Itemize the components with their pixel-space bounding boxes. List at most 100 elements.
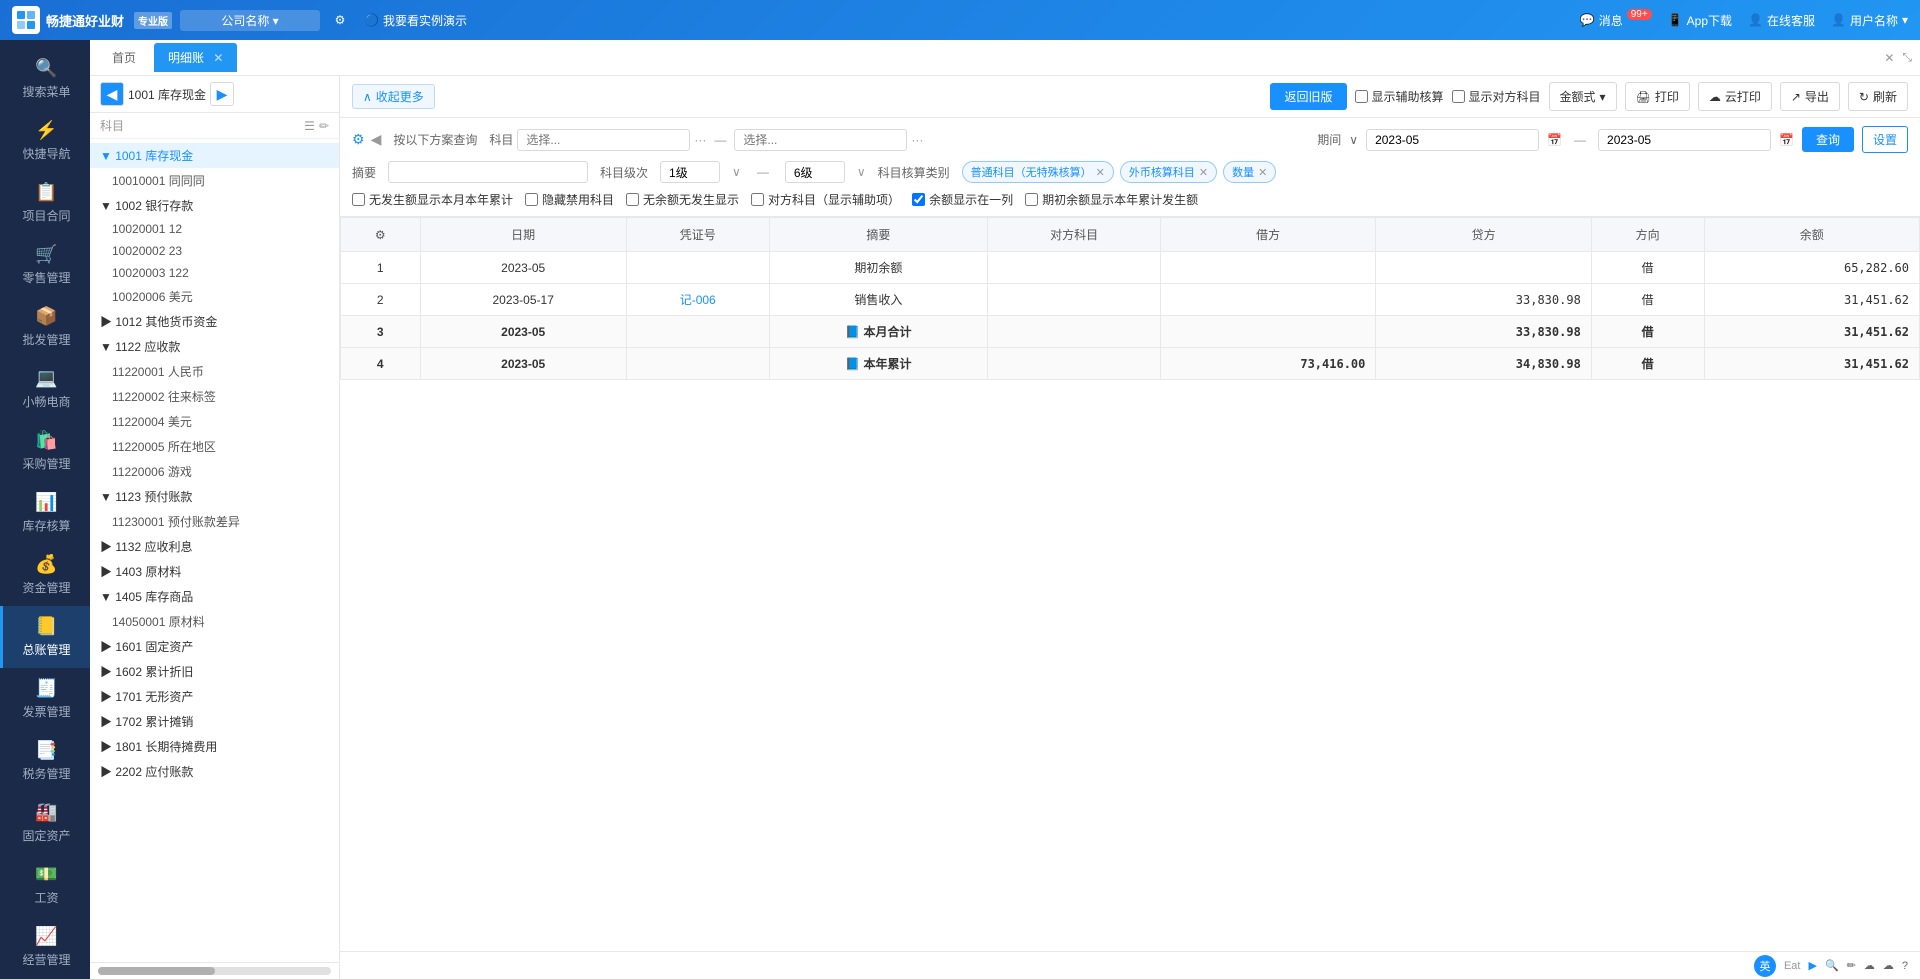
cloud-icon[interactable]: ☁ (1864, 959, 1875, 972)
tree-item-1601[interactable]: ▶ 1601 固定资产 (90, 634, 339, 659)
sidebar-item-wholesale[interactable]: 📦批发管理 (0, 296, 90, 358)
help-icon[interactable]: ? (1902, 960, 1908, 972)
export-btn[interactable]: ↗ 导出 (1780, 82, 1840, 111)
tree-item-11220005[interactable]: 11220005 所在地区 (90, 434, 339, 459)
sidebar-item-tax[interactable]: 📑税务管理 (0, 730, 90, 792)
tree-item-1123[interactable]: ▼ 1123 预付账款 (90, 484, 339, 509)
tree-item-1002[interactable]: ▼ 1002 银行存款 (90, 193, 339, 218)
tree-item-11220006[interactable]: 11220006 游戏 (90, 459, 339, 484)
tree-menu-icon[interactable]: ☰ (304, 119, 315, 133)
col-voucher: 凭证号 (626, 218, 769, 252)
sidebar-icon-capital: 💰 (35, 554, 57, 575)
sidebar-item-ecommerce[interactable]: 💻小畅电商 (0, 358, 90, 420)
tab-close-icon[interactable]: ✕ (213, 51, 223, 65)
tree-item-11230001[interactable]: 11230001 预付账款差异 (90, 509, 339, 534)
app-download-btn[interactable]: 📱 App下载 (1668, 12, 1732, 29)
tree-item-1132[interactable]: ▶ 1132 应收利息 (90, 534, 339, 559)
online-service-btn[interactable]: 👤 在线客服 (1748, 12, 1815, 29)
tree-item-1405[interactable]: ▼ 1405 库存商品 (90, 584, 339, 609)
collapse-btn[interactable]: ∧ 收起更多 (352, 84, 435, 109)
tree-item-10020002[interactable]: 10020002 23 (90, 240, 339, 262)
tree-item-1001[interactable]: ▼ 1001 库存现金 (90, 143, 339, 168)
hide-disabled-checkbox[interactable]: 隐藏禁用科目 (525, 191, 614, 208)
user-menu[interactable]: 👤 用户名称 ▾ (1831, 12, 1908, 29)
sidebar-item-invoice[interactable]: 🧾发票管理 (0, 668, 90, 730)
period-start-input[interactable] (1366, 129, 1539, 151)
sidebar-item-salary[interactable]: 💵工资 (0, 854, 90, 916)
sidebar-item-search[interactable]: 🔍搜索菜单 (0, 48, 90, 110)
amount-style-btn[interactable]: 金额式 ▾ (1549, 82, 1617, 111)
account-end-input[interactable] (734, 129, 907, 151)
tree-item-1012[interactable]: ▶ 1012 其他货币资金 (90, 309, 339, 334)
sidebar-item-retail[interactable]: 🛒零售管理 (0, 234, 90, 296)
tree-item-1801[interactable]: ▶ 1801 长期待摊费用 (90, 734, 339, 759)
show-aux-checkbox[interactable]: 显示辅助核算 (1355, 88, 1444, 105)
company-selector[interactable]: 公司名称 ▾ (180, 10, 320, 31)
left-panel-header: ◀ 1001 库存现金 ▶ (90, 76, 339, 113)
sidebar-item-management[interactable]: 📈经营管理 (0, 916, 90, 978)
tree-item-11220001[interactable]: 11220001 人民币 (90, 359, 339, 384)
tree-item-1403[interactable]: ▶ 1403 原材料 (90, 559, 339, 584)
cloud2-icon[interactable]: ☁ (1883, 959, 1894, 972)
account-start-input[interactable] (517, 129, 690, 151)
sidebar-item-project[interactable]: 📋项目合同 (0, 172, 90, 234)
sidebar-item-assets[interactable]: 🏭固定资产 (0, 792, 90, 854)
print-btn[interactable]: 🖨 打印 (1625, 82, 1690, 111)
tree-item-1122[interactable]: ▼ 1122 应收款 (90, 334, 339, 359)
table-settings-icon[interactable]: ⚙ (375, 228, 386, 242)
period-end-input[interactable] (1598, 129, 1771, 151)
tree-item-11220004[interactable]: 11220004 美元 (90, 409, 339, 434)
tab-home[interactable]: 首页 (98, 43, 150, 72)
tree-item-1702[interactable]: ▶ 1702 累计摊销 (90, 709, 339, 734)
tag-foreign-close[interactable]: ✕ (1199, 166, 1208, 179)
sidebar-item-accounting[interactable]: 📒总账管理 (0, 606, 90, 668)
summary-input[interactable] (388, 161, 588, 183)
sidebar-item-inventory[interactable]: 📊库存核算 (0, 482, 90, 544)
voucher-link[interactable]: 记-006 (680, 293, 716, 307)
tree-edit-icon[interactable]: ✏ (319, 119, 329, 133)
settings-icon[interactable]: ⚙ (328, 8, 352, 32)
window-close-btn[interactable]: ✕ (1884, 51, 1894, 65)
window-expand-btn[interactable]: ⤡ (1902, 50, 1912, 65)
zoom-icon[interactable]: 🔍 (1825, 959, 1839, 972)
no-occurrence-checkbox[interactable]: 无发生额显示本月本年累计 (352, 191, 513, 208)
pen-icon[interactable]: ✏ (1847, 959, 1856, 972)
no-balance-checkbox[interactable]: 无余额无发生显示 (626, 191, 739, 208)
level-from-input[interactable] (660, 161, 720, 183)
balance-one-row-checkbox[interactable]: 余额显示在一列 (912, 191, 1013, 208)
tree-item-10020001[interactable]: 10020001 12 (90, 218, 339, 240)
tree-item-14050001[interactable]: 14050001 原材料 (90, 609, 339, 634)
sidebar-item-shortcuts[interactable]: ⚡快捷导航 (0, 110, 90, 172)
query-btn[interactable]: 查询 (1802, 127, 1854, 152)
sidebar-item-purchase[interactable]: 🛍️采购管理 (0, 420, 90, 482)
scheme-config-icon[interactable]: ⚙ (352, 131, 365, 148)
period-balance-checkbox[interactable]: 期初余额显示本年累计发生额 (1025, 191, 1198, 208)
tree-item-10020006[interactable]: 10020006 美元 (90, 284, 339, 309)
lang-switch-btn[interactable]: 英 (1754, 955, 1776, 977)
tree-item-1602[interactable]: ▶ 1602 累计折旧 (90, 659, 339, 684)
tree-item-10020003[interactable]: 10020003 122 (90, 262, 339, 284)
col-settings[interactable]: ⚙ (341, 218, 421, 252)
account-prev-btn[interactable]: ◀ (100, 82, 124, 106)
demo-link[interactable]: 🔵 我要看实例演示 (364, 12, 467, 29)
tree-item-11220002[interactable]: 11220002 往来标签 (90, 384, 339, 409)
tag-normal-close[interactable]: ✕ (1096, 166, 1105, 179)
level-to-input[interactable] (785, 161, 845, 183)
setting-btn[interactable]: 设置 (1862, 126, 1908, 153)
tree-item-10010001[interactable]: 10010001 同同同 (90, 168, 339, 193)
scheme-collapse-icon[interactable]: ◀ (371, 131, 382, 148)
tree-item-2202[interactable]: ▶ 2202 应付账款 (90, 759, 339, 784)
refresh-btn[interactable]: ↻ 刷新 (1848, 82, 1908, 111)
tab-ledger[interactable]: 明细账 ✕ (154, 43, 237, 72)
show-opposite-checkbox[interactable]: 显示对方科目 (1452, 88, 1541, 105)
account-next-btn[interactable]: ▶ (210, 82, 234, 106)
sidebar-item-capital[interactable]: 💰资金管理 (0, 544, 90, 606)
opposite-account-checkbox[interactable]: 对方科目（显示辅助项） (751, 191, 900, 208)
sidebar-label-accounting: 总账管理 (22, 641, 70, 658)
cell-no: 2 (341, 284, 421, 316)
cloud-print-btn[interactable]: ☁ 云打印 (1698, 82, 1772, 111)
tag-quantity-close[interactable]: ✕ (1258, 166, 1267, 179)
message-btn[interactable]: 💬 消息 99+ (1580, 12, 1652, 29)
tree-item-1701[interactable]: ▶ 1701 无形资产 (90, 684, 339, 709)
return-old-btn[interactable]: 返回旧版 (1270, 83, 1346, 110)
